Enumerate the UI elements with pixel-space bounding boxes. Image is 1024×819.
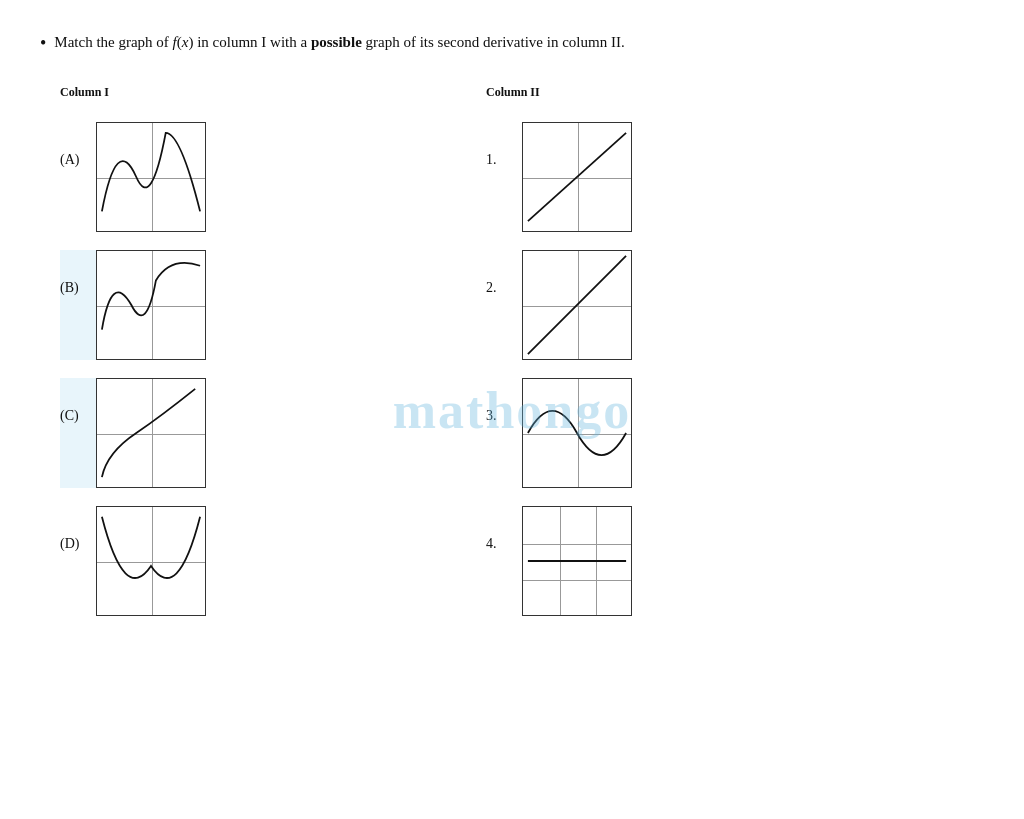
column-2: Column II 1. 2. xyxy=(486,85,632,616)
question-container: • Match the graph of f(x) in column I wi… xyxy=(40,30,984,57)
graph-1 xyxy=(522,122,632,232)
graph-row-1: 1. xyxy=(486,122,632,232)
graph-row-D: (D) xyxy=(60,506,206,616)
label-2: 2. xyxy=(486,250,514,296)
graph-A xyxy=(96,122,206,232)
column-2-label: Column II xyxy=(486,85,632,100)
graph-4 xyxy=(522,506,632,616)
svg-line-0 xyxy=(528,133,626,221)
graph-2 xyxy=(522,250,632,360)
bullet-point: • xyxy=(40,30,46,57)
svg-D xyxy=(97,507,205,615)
svg-3 xyxy=(523,379,631,487)
graph-row-C: (C) xyxy=(60,378,206,488)
svg-4 xyxy=(523,507,631,615)
label-4: 4. xyxy=(486,506,514,552)
graph-row-A: (A) xyxy=(60,122,206,232)
label-1: 1. xyxy=(486,122,514,168)
label-B: (B) xyxy=(60,250,88,296)
label-A: (A) xyxy=(60,122,88,168)
label-C: (C) xyxy=(60,378,88,424)
columns-container: Column I (A) (B) xyxy=(60,85,984,616)
question-text: Match the graph of f(x) in column I with… xyxy=(54,30,624,54)
label-D: (D) xyxy=(60,506,88,552)
svg-C xyxy=(97,379,205,487)
svg-2 xyxy=(523,251,631,359)
svg-line-1 xyxy=(528,256,626,354)
graph-C xyxy=(96,378,206,488)
column-1: Column I (A) (B) xyxy=(60,85,206,616)
graph-row-4: 4. xyxy=(486,506,632,616)
graph-D xyxy=(96,506,206,616)
graph-row-2: 2. xyxy=(486,250,632,360)
svg-B xyxy=(97,251,205,359)
label-3: 3. xyxy=(486,378,514,424)
column-1-label: Column I xyxy=(60,85,206,100)
graph-B xyxy=(96,250,206,360)
svg-1 xyxy=(523,123,631,231)
svg-A xyxy=(97,123,205,231)
graph-row-3: 3. xyxy=(486,378,632,488)
graph-row-B: (B) xyxy=(60,250,206,360)
graph-3 xyxy=(522,378,632,488)
